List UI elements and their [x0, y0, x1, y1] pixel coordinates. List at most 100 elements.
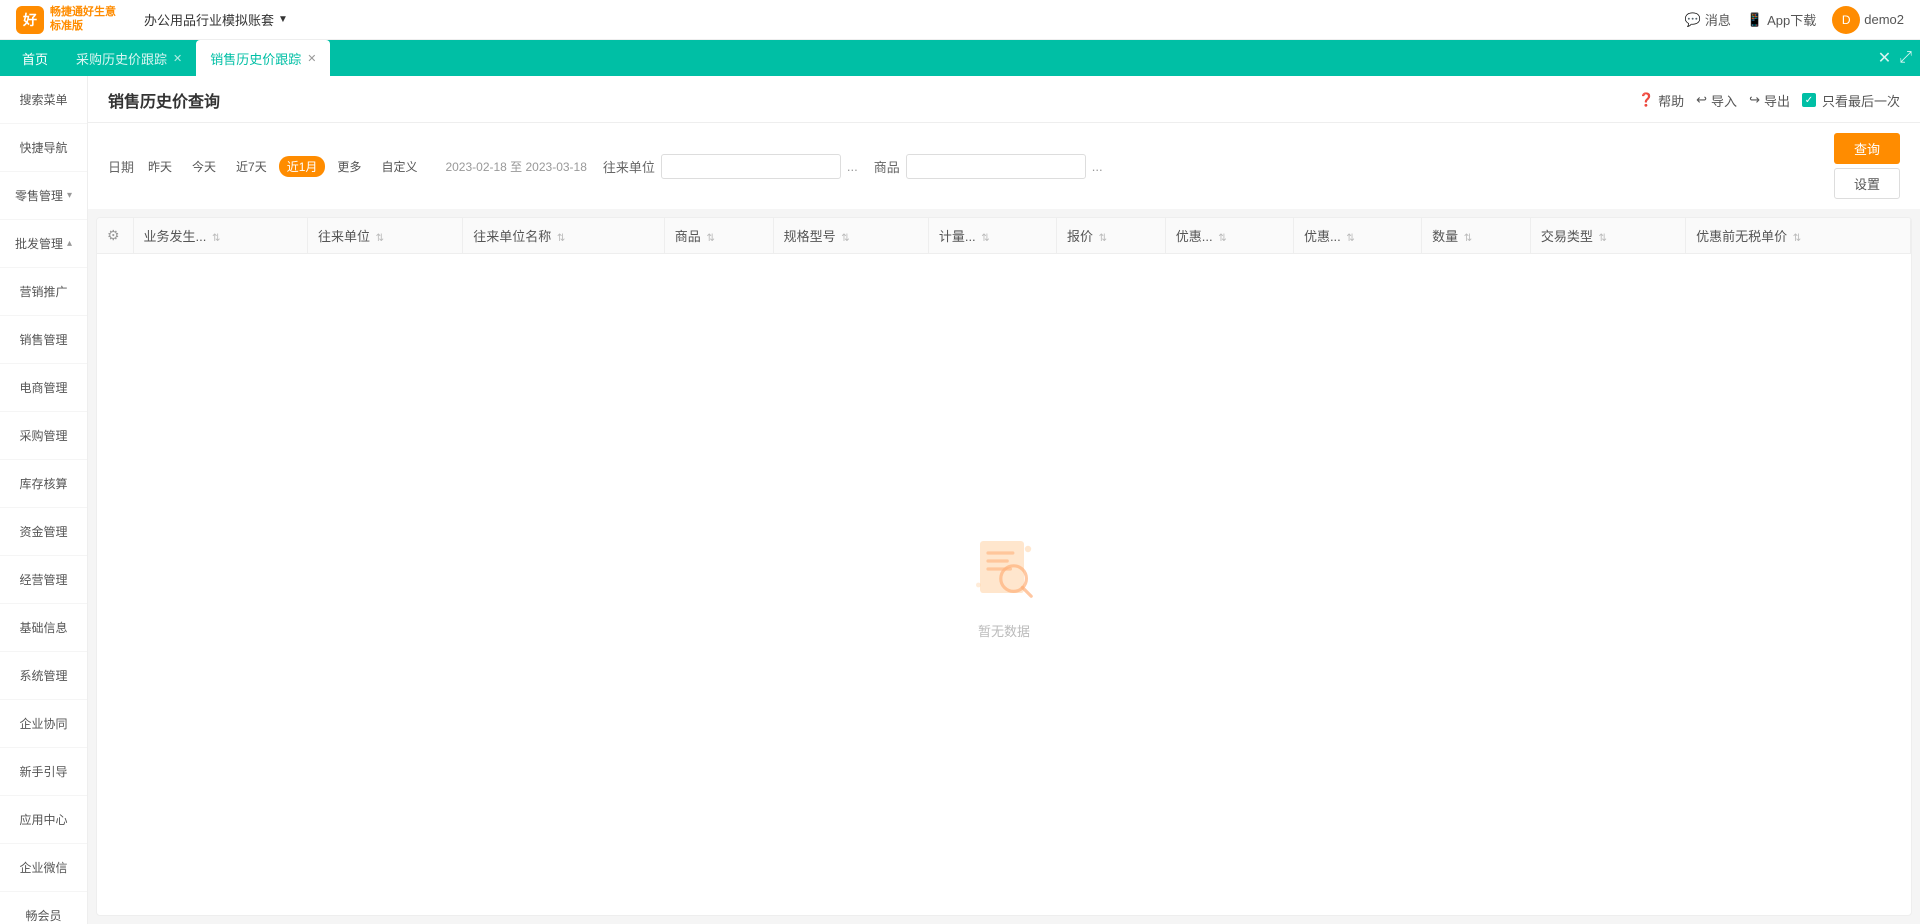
date-pill-1month[interactable]: 近1月	[279, 156, 326, 177]
tab-bar-actions: ✕ ⤢	[1878, 48, 1912, 68]
import-icon: ↩	[1696, 92, 1707, 108]
chevron-down-icon: ▼	[278, 14, 288, 25]
sort-icon-pretax-price: ⇅	[1793, 233, 1801, 244]
col-settings[interactable]: ⚙	[97, 218, 133, 254]
company-selector[interactable]: 办公用品行业模拟账套 ▼	[144, 10, 288, 29]
sort-icon-goods: ⇅	[706, 233, 714, 244]
date-pill-today[interactable]: 今天	[184, 156, 224, 177]
enterprise-coop-label: 企业协同	[19, 715, 67, 732]
sidebar-item-sales-mgmt[interactable]: 销售管理	[0, 316, 87, 364]
sort-icon-discount1: ⇅	[1218, 233, 1226, 244]
settings-button[interactable]: 设置	[1834, 168, 1900, 199]
col-pretax-price[interactable]: 优惠前无税单价 ⇅	[1686, 218, 1911, 254]
sidebar-item-operations-mgmt[interactable]: 经营管理	[0, 556, 87, 604]
logo-text: 畅捷通好生意 标准版	[50, 6, 116, 32]
purchase-mgmt-label: 采购管理	[19, 427, 67, 444]
sidebar-item-retail-mgmt[interactable]: 零售管理 ▾	[0, 172, 87, 220]
table-settings-icon[interactable]: ⚙	[107, 227, 120, 243]
date-pill-more[interactable]: 更多	[329, 156, 369, 177]
help-action[interactable]: ❓ 帮助	[1638, 91, 1684, 110]
retail-mgmt-label: 零售管理	[15, 187, 63, 204]
wholesale-mgmt-label: 批发管理	[15, 235, 63, 252]
table-header-row: ⚙ 业务发生... ⇅ 往来单位 ⇅ 往来单位名称 ⇅	[97, 218, 1911, 254]
sidebar-item-quick-nav[interactable]: 快捷导航	[0, 124, 87, 172]
help-icon: ❓	[1638, 92, 1654, 108]
col-spec[interactable]: 规格型号 ⇅	[773, 218, 928, 254]
sidebar-item-search-menu[interactable]: 搜索菜单	[0, 76, 87, 124]
inventory-label: 库存核算	[19, 475, 67, 492]
sort-icon-unit: ⇅	[981, 233, 989, 244]
goods-input[interactable]	[906, 154, 1086, 179]
col-biz-date[interactable]: 业务发生... ⇅	[133, 218, 308, 254]
col-quote-price[interactable]: 报价 ⇅	[1056, 218, 1165, 254]
filter-row: 日期 昨天 今天 近7天 近1月 更多 自定义 2023-02-18 至 202…	[88, 123, 1920, 209]
quick-nav-label: 快捷导航	[19, 139, 67, 156]
sidebar-item-enterprise-coop[interactable]: 企业协同	[0, 700, 87, 748]
only-last-action[interactable]: ✓ 只看最后一次	[1802, 91, 1900, 110]
only-last-checkbox[interactable]: ✓	[1802, 93, 1816, 107]
finance-mgmt-label: 资金管理	[19, 523, 67, 540]
col-discount2[interactable]: 优惠... ⇅	[1293, 218, 1421, 254]
empty-illustration	[964, 529, 1044, 609]
sidebar-item-ecommerce-mgmt[interactable]: 电商管理	[0, 364, 87, 412]
sidebar-item-purchase-mgmt[interactable]: 采购管理	[0, 412, 87, 460]
sidebar-item-finance-mgmt[interactable]: 资金管理	[0, 508, 87, 556]
sidebar-item-app-center[interactable]: 应用中心	[0, 796, 87, 844]
sidebar-item-marketing[interactable]: 营销推广	[0, 268, 87, 316]
counterparty-input[interactable]	[661, 154, 841, 179]
logo-icon: 好	[16, 6, 44, 34]
message-icon: 💬	[1685, 12, 1701, 28]
app-download-button[interactable]: 📱 App下载	[1747, 10, 1816, 29]
page-title: 销售历史价查询	[108, 88, 220, 112]
top-bar: 好 畅捷通好生意 标准版 办公用品行业模拟账套 ▼ 💬 消息 📱 App下载 D…	[0, 0, 1920, 40]
col-unit[interactable]: 计量... ⇅	[928, 218, 1056, 254]
logo-area: 好 畅捷通好生意 标准版	[16, 6, 116, 34]
sidebar-item-basic-info[interactable]: 基础信息	[0, 604, 87, 652]
import-action[interactable]: ↩ 导入	[1696, 91, 1737, 110]
col-goods[interactable]: 商品 ⇅	[664, 218, 773, 254]
sidebar-item-system-mgmt[interactable]: 系统管理	[0, 652, 87, 700]
date-label: 日期	[108, 157, 134, 176]
col-counterparty-name[interactable]: 往来单位名称 ⇅	[463, 218, 665, 254]
goods-dots[interactable]: ...	[1092, 159, 1103, 174]
table-container: ⚙ 业务发生... ⇅ 往来单位 ⇅ 往来单位名称 ⇅	[96, 217, 1912, 916]
date-pill-yesterday[interactable]: 昨天	[140, 156, 180, 177]
date-pills: 昨天 今天 近7天 近1月 更多 自定义	[140, 156, 425, 177]
counterparty-filter-group: 往来单位 ...	[603, 154, 858, 179]
date-pill-7days[interactable]: 近7天	[228, 156, 275, 177]
counterparty-dots[interactable]: ...	[847, 159, 858, 174]
goods-label: 商品	[874, 157, 900, 176]
col-quantity[interactable]: 数量 ⇅	[1422, 218, 1531, 254]
date-range-display: 2023-02-18 至 2023-03-18	[445, 158, 586, 175]
app-icon: 📱	[1747, 12, 1763, 28]
col-discount1[interactable]: 优惠... ⇅	[1165, 218, 1293, 254]
sidebar-item-enterprise-wechat[interactable]: 企业微信	[0, 844, 87, 892]
message-button[interactable]: 💬 消息	[1685, 10, 1731, 29]
close-window-button[interactable]: ✕	[1878, 48, 1891, 68]
tab-purchase-history-close[interactable]: ✕	[173, 52, 182, 65]
tab-purchase-history[interactable]: 采购历史价跟踪 ✕	[62, 40, 196, 76]
tab-home[interactable]: 首页	[8, 40, 62, 76]
export-action[interactable]: ↪ 导出	[1749, 91, 1790, 110]
col-counterparty-code[interactable]: 往来单位 ⇅	[308, 218, 463, 254]
tab-sales-history-close[interactable]: ✕	[307, 52, 316, 65]
sidebar-item-inventory[interactable]: 库存核算	[0, 460, 87, 508]
avatar: D	[1832, 6, 1860, 34]
goods-filter-group: 商品 ...	[874, 154, 1103, 179]
main-layout: 搜索菜单 快捷导航 零售管理 ▾ 批发管理 ▴ 营销推广 销售管理 电商管理 采…	[0, 76, 1920, 924]
query-button[interactable]: 查询	[1834, 133, 1900, 164]
col-trade-type[interactable]: 交易类型 ⇅	[1530, 218, 1685, 254]
basic-info-label: 基础信息	[19, 619, 67, 636]
sidebar-item-vip-member[interactable]: 畅会员	[0, 892, 87, 924]
user-profile[interactable]: D demo2	[1832, 6, 1904, 34]
date-pill-custom[interactable]: 自定义	[373, 156, 425, 177]
ecommerce-mgmt-label: 电商管理	[19, 379, 67, 396]
content-area: 销售历史价查询 ❓ 帮助 ↩ 导入 ↪ 导出 ✓	[88, 76, 1920, 924]
search-menu-label: 搜索菜单	[19, 91, 67, 108]
sales-mgmt-label: 销售管理	[19, 331, 67, 348]
sidebar-item-new-guide[interactable]: 新手引导	[0, 748, 87, 796]
tab-sales-history[interactable]: 销售历史价跟踪 ✕	[196, 40, 330, 76]
top-bar-right: 💬 消息 📱 App下载 D demo2	[1685, 6, 1904, 34]
sidebar-item-wholesale-mgmt[interactable]: 批发管理 ▴	[0, 220, 87, 268]
maximize-window-button[interactable]: ⤢	[1899, 49, 1912, 67]
